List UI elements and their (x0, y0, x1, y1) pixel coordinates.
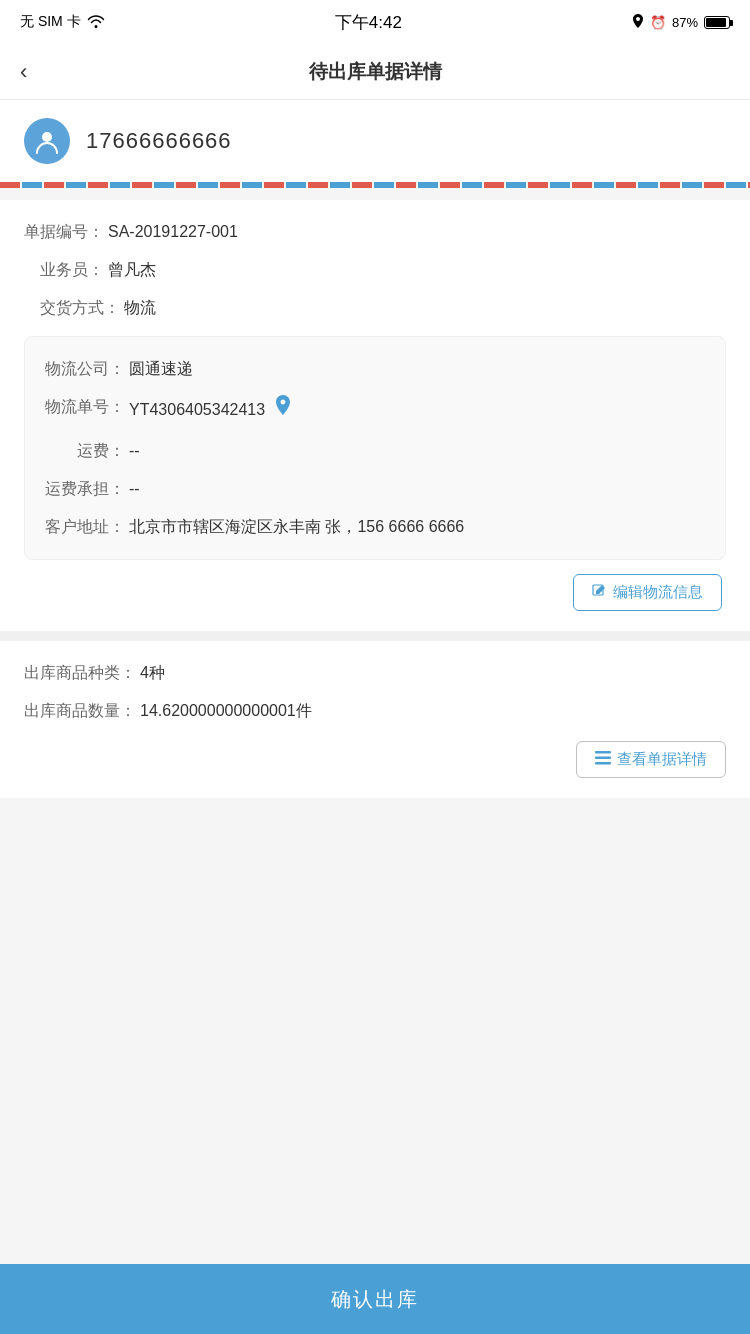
back-button[interactable]: ‹ (12, 51, 35, 93)
edit-logistics-btn-container: 编辑物流信息 (24, 574, 726, 611)
view-detail-icon (595, 751, 611, 768)
svg-rect-3 (595, 757, 611, 760)
confirm-button[interactable]: 确认出库 (0, 1264, 750, 1334)
doc-info-section: 单据编号： SA-20191227-001 业务员： 曾凡杰 交货方式： 物流 … (0, 200, 750, 631)
doc-number-row: 单据编号： SA-20191227-001 (24, 220, 726, 244)
delivery-method-label: 交货方式： (24, 296, 120, 320)
product-quantity-value: 14.620000000000001件 (140, 699, 726, 723)
logistics-tracking-row: 物流单号： YT4306405342413 (45, 395, 705, 425)
user-header: 17666666666 (0, 100, 750, 182)
svg-point-0 (42, 132, 52, 142)
address-row: 客户地址： 北京市市辖区海淀区永丰南 张，156 6666 6666 (45, 515, 705, 539)
location-status-icon (632, 14, 644, 31)
battery-percent: 87% (672, 15, 698, 30)
product-quantity-row: 出库商品数量： 14.620000000000001件 (24, 699, 726, 723)
product-quantity-label: 出库商品数量： (24, 699, 136, 723)
freight-row: 运费： -- (45, 439, 705, 463)
logistics-company-row: 物流公司： 圆通速递 (45, 357, 705, 381)
product-type-value: 4种 (140, 661, 726, 685)
tracking-location-icon[interactable] (273, 395, 293, 425)
alarm-icon: ⏰ (650, 15, 666, 30)
address-label: 客户地址： (45, 515, 125, 539)
logistics-company-value: 圆通速递 (129, 357, 705, 381)
product-type-row: 出库商品种类： 4种 (24, 661, 726, 685)
section-divider (0, 631, 750, 641)
freight-bearer-label: 运费承担： (45, 477, 125, 501)
battery-icon (704, 16, 730, 29)
carrier-text: 无 SIM 卡 (20, 13, 81, 31)
address-value: 北京市市辖区海淀区永丰南 张，156 6666 6666 (129, 515, 705, 539)
dashed-separator (0, 182, 750, 188)
salesperson-row: 业务员： 曾凡杰 (24, 258, 726, 282)
freight-bearer-row: 运费承担： -- (45, 477, 705, 501)
svg-rect-2 (595, 751, 611, 754)
delivery-method-value: 物流 (124, 296, 726, 320)
status-left: 无 SIM 卡 (20, 13, 105, 31)
edit-icon (592, 584, 607, 602)
delivery-method-row: 交货方式： 物流 (24, 296, 726, 320)
product-type-label: 出库商品种类： (24, 661, 136, 685)
edit-logistics-button[interactable]: 编辑物流信息 (573, 574, 722, 611)
doc-number-label: 单据编号： (24, 220, 104, 244)
status-time: 下午4:42 (335, 11, 402, 34)
logistics-company-label: 物流公司： (45, 357, 125, 381)
view-detail-btn-container: 查看单据详情 (24, 741, 726, 778)
page-title: 待出库单据详情 (309, 59, 442, 85)
status-right: ⏰ 87% (632, 14, 730, 31)
edit-logistics-label: 编辑物流信息 (613, 583, 703, 602)
bottom-bar: 确认出库 (0, 1264, 750, 1334)
view-detail-button[interactable]: 查看单据详情 (576, 741, 726, 778)
logistics-tracking-value: YT4306405342413 (129, 395, 705, 425)
salesperson-label: 业务员： (24, 258, 104, 282)
doc-number-value: SA-20191227-001 (108, 220, 726, 244)
salesperson-value: 曾凡杰 (108, 258, 726, 282)
freight-value: -- (129, 439, 705, 463)
avatar (24, 118, 70, 164)
logistics-card: 物流公司： 圆通速递 物流单号： YT4306405342413 运费： -- (24, 336, 726, 560)
product-section: 出库商品种类： 4种 出库商品数量： 14.620000000000001件 查… (0, 641, 750, 798)
freight-bearer-value: -- (129, 477, 705, 501)
freight-label: 运费： (45, 439, 125, 463)
view-detail-label: 查看单据详情 (617, 750, 707, 769)
svg-rect-4 (595, 762, 611, 765)
logistics-tracking-label: 物流单号： (45, 395, 125, 419)
wifi-icon (87, 14, 105, 31)
nav-bar: ‹ 待出库单据详情 (0, 44, 750, 100)
status-bar: 无 SIM 卡 下午4:42 ⏰ 87% (0, 0, 750, 44)
user-phone: 17666666666 (86, 128, 232, 154)
